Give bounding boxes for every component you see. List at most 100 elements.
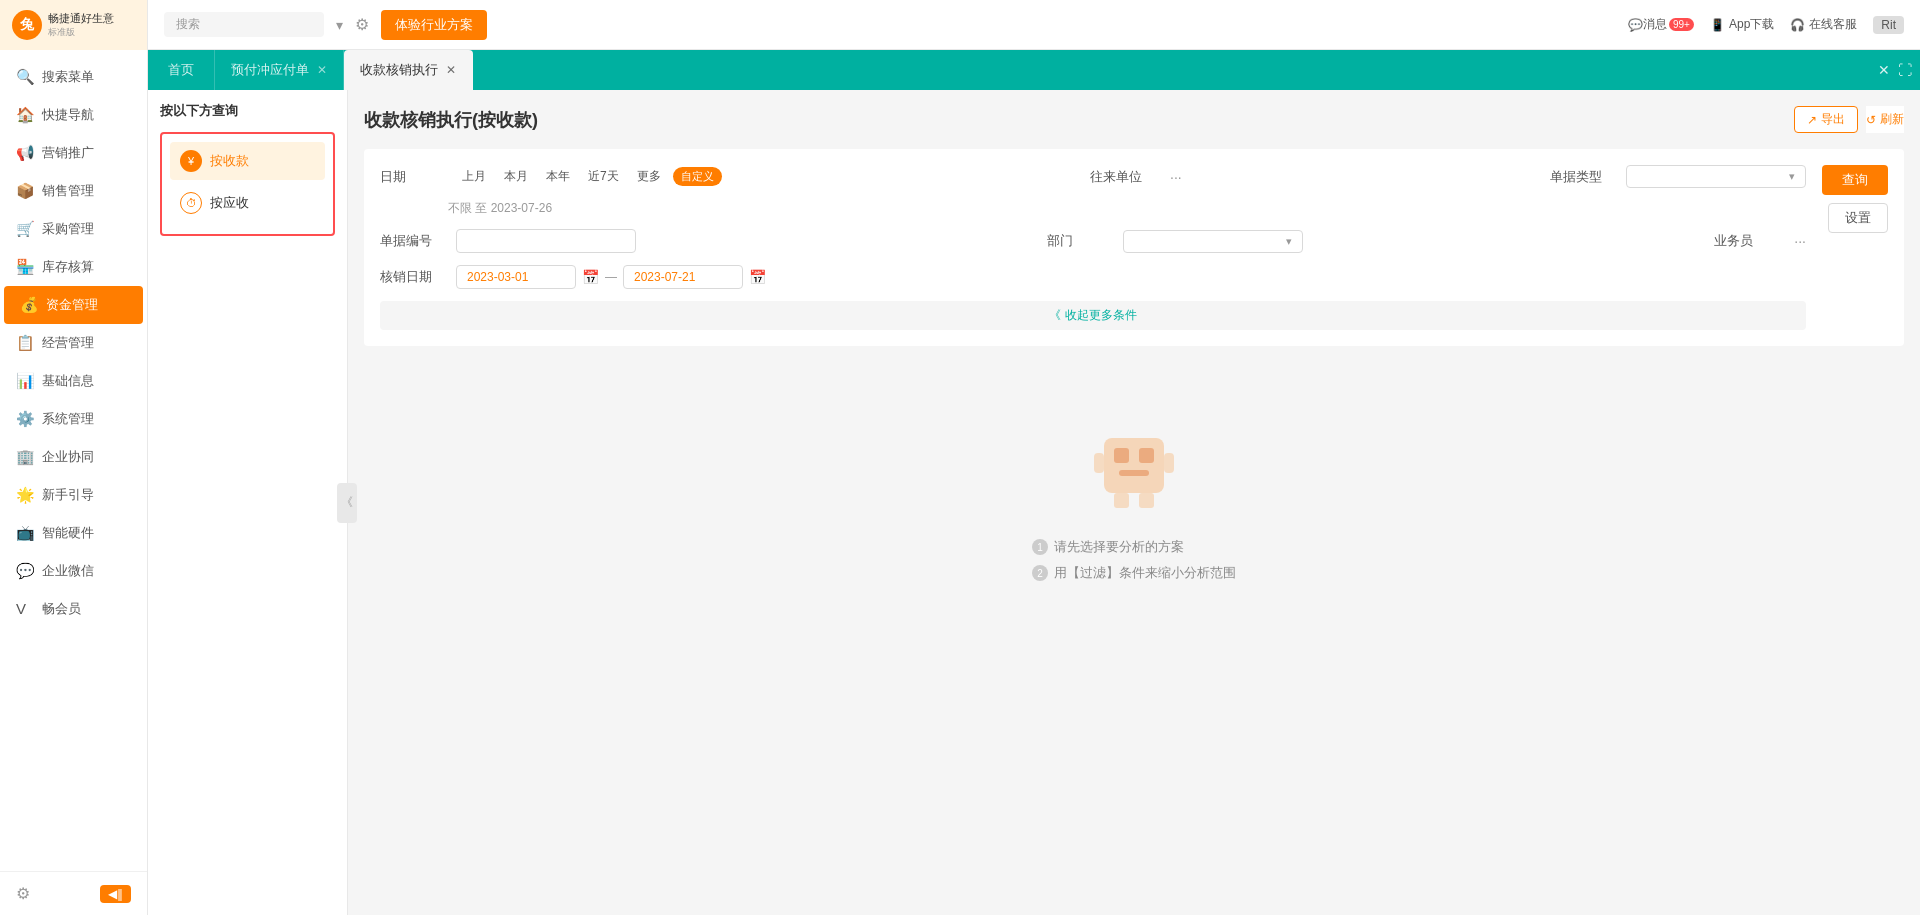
date-options: 上月 本月 本年 近7天 更多 自定义	[456, 166, 722, 187]
tab-advance-label: 预付冲应付单	[231, 61, 309, 79]
app-label: App下载	[1729, 16, 1774, 33]
sidebar-item-marketing[interactable]: 📢 营销推广	[0, 134, 147, 172]
refresh-button[interactable]: ↺ 刷新	[1866, 106, 1904, 133]
content-area: 按以下方查询 ¥ 按收款 ⏱ 按应收 《 收款核销执行(按收款) ↗	[148, 90, 1920, 915]
date-custom-badge[interactable]: 自定义	[673, 167, 722, 186]
sidebar-item-hardware[interactable]: 📺 智能硬件	[0, 514, 147, 552]
date-option-thismonth[interactable]: 本月	[498, 166, 534, 187]
query-option-receipt[interactable]: ¥ 按收款	[170, 142, 325, 180]
filter-section: 日期 上月 本月 本年 近7天 更多 自定义 往来单位 ···	[364, 149, 1904, 346]
topbar-right: 💬 消息 99+ 📱 App下载 🎧 在线客服 Rit	[1628, 16, 1904, 34]
tab-writeoff-close-icon[interactable]: ✕	[446, 63, 456, 77]
sidebar-item-sales[interactable]: 📦 销售管理	[0, 172, 147, 210]
svg-rect-1	[1114, 448, 1129, 463]
verify-date-start-input[interactable]	[456, 265, 576, 289]
date-option-7days[interactable]: 近7天	[582, 166, 625, 187]
service-button[interactable]: 🎧 在线客服	[1790, 16, 1857, 33]
verify-end-calendar-icon[interactable]: 📅	[749, 269, 766, 285]
sidebar-item-label: 畅会员	[42, 600, 81, 618]
tab-advance-close-icon[interactable]: ✕	[317, 63, 327, 77]
page-title: 收款核销执行(按收款)	[364, 108, 1794, 132]
sidebar-item-label: 库存核算	[42, 258, 94, 276]
date-option-thisyear[interactable]: 本年	[540, 166, 576, 187]
tab-close-action-icon[interactable]: ✕	[1878, 62, 1890, 78]
topbar-gear-icon[interactable]: ⚙	[355, 15, 369, 34]
receipt-icon: ¥	[180, 150, 202, 172]
date-option-more[interactable]: 更多	[631, 166, 667, 187]
sidebar-item-operation[interactable]: 📋 经营管理	[0, 324, 147, 362]
sidebar-item-finance[interactable]: 💰 资金管理	[4, 286, 143, 324]
sidebar-item-purchase[interactable]: 🛒 采购管理	[0, 210, 147, 248]
left-panel: 按以下方查询 ¥ 按收款 ⏱ 按应收 《	[148, 90, 348, 915]
guide-icon: 🌟	[16, 486, 34, 504]
sidebar-item-label: 新手引导	[42, 486, 94, 504]
operation-icon: 📋	[16, 334, 34, 352]
sidebar-item-guide[interactable]: 🌟 新手引导	[0, 476, 147, 514]
system-icon: ⚙️	[16, 410, 34, 428]
sidebar-logo: 兔 畅捷通好生意 标准版	[0, 0, 147, 50]
enterprise-icon: 🏢	[16, 448, 34, 466]
dept-select[interactable]: ▾	[1123, 230, 1303, 253]
app-download-button[interactable]: 📱 App下载	[1710, 16, 1774, 33]
tab-expand-icon[interactable]: ⛶	[1898, 62, 1912, 78]
search-icon: 🔍	[16, 68, 34, 86]
counterpart-dots[interactable]: ···	[1170, 169, 1182, 185]
topbar-dropdown-icon[interactable]: ▾	[336, 17, 343, 33]
verify-date-end-input[interactable]	[623, 265, 743, 289]
sidebar-item-label: 智能硬件	[42, 524, 94, 542]
home-icon: 🏠	[16, 106, 34, 124]
user-avatar[interactable]: Rit	[1873, 16, 1904, 34]
date-label: 日期	[380, 168, 440, 186]
sidebar-item-label: 资金管理	[46, 296, 98, 314]
message-icon: 💬	[1628, 18, 1643, 32]
doc-type-select[interactable]: ▾	[1626, 165, 1806, 188]
settings-icon[interactable]: ⚙	[16, 884, 30, 903]
query-option-receivable[interactable]: ⏱ 按应收	[170, 184, 325, 222]
sidebar-item-quicknav[interactable]: 🏠 快捷导航	[0, 96, 147, 134]
export-icon: ↗	[1807, 113, 1817, 127]
receivable-icon: ⏱	[180, 192, 202, 214]
query-option-receivable-label: 按应收	[210, 194, 249, 212]
tab-home[interactable]: 首页	[148, 50, 215, 90]
sidebar-item-inventory[interactable]: 🏪 库存核算	[0, 248, 147, 286]
basic-icon: 📊	[16, 372, 34, 390]
query-option-receipt-label: 按收款	[210, 152, 249, 170]
tabs-bar: 首页 预付冲应付单 ✕ 收款核销执行 ✕ ✕ ⛶	[148, 50, 1920, 90]
sidebar-collapse-button[interactable]: ◀‖	[100, 885, 131, 903]
sidebar-item-member[interactable]: V 畅会员	[0, 590, 147, 628]
solution-button[interactable]: 体验行业方案	[381, 10, 487, 40]
page-header: 收款核销执行(按收款) ↗ 导出 ↺ 刷新	[364, 106, 1904, 133]
verify-start-calendar-icon[interactable]: 📅	[582, 269, 599, 285]
inventory-icon: 🏪	[16, 258, 34, 276]
date-option-lastmonth[interactable]: 上月	[456, 166, 492, 187]
staff-dots[interactable]: ···	[1794, 233, 1806, 249]
tab-writeoff[interactable]: 收款核销执行 ✕	[344, 50, 473, 90]
doc-no-input[interactable]	[456, 229, 636, 253]
sidebar-item-basic[interactable]: 📊 基础信息	[0, 362, 147, 400]
dept-label: 部门	[1047, 232, 1107, 250]
tab-writeoff-label: 收款核销执行	[360, 61, 438, 79]
message-button[interactable]: 💬 消息 99+	[1628, 16, 1694, 33]
doc-type-label: 单据类型	[1550, 168, 1610, 186]
svg-rect-7	[1139, 493, 1154, 508]
empty-illustration	[1074, 418, 1194, 518]
logo-text: 畅捷通好生意	[48, 11, 114, 25]
query-button[interactable]: 查询	[1822, 165, 1888, 195]
settings-button[interactable]: 设置	[1828, 203, 1888, 233]
export-button[interactable]: ↗ 导出	[1794, 106, 1858, 133]
message-label: 消息	[1643, 16, 1667, 33]
collapse-icon: 《	[1049, 307, 1061, 324]
empty-tips: 1 请先选择要分析的方案 2 用【过滤】条件来缩小分析范围	[1032, 538, 1236, 590]
collapse-more-button[interactable]: 《 收起更多条件	[380, 301, 1806, 330]
sidebar: 兔 畅捷通好生意 标准版 🔍 搜索菜单 🏠 快捷导航 📢 营销推广 📦 销售管理…	[0, 0, 148, 915]
tab-advance[interactable]: 预付冲应付单 ✕	[215, 50, 344, 90]
sidebar-item-search[interactable]: 🔍 搜索菜单	[0, 58, 147, 96]
hardware-icon: 📺	[16, 524, 34, 542]
sidebar-item-wechat[interactable]: 💬 企业微信	[0, 552, 147, 590]
sidebar-item-system[interactable]: ⚙️ 系统管理	[0, 400, 147, 438]
panel-collapse-arrow[interactable]: 《	[337, 483, 357, 523]
empty-tip-1: 1 请先选择要分析的方案	[1032, 538, 1236, 556]
sidebar-item-label: 企业协同	[42, 448, 94, 466]
svg-rect-5	[1164, 453, 1174, 473]
sidebar-item-enterprise[interactable]: 🏢 企业协同	[0, 438, 147, 476]
